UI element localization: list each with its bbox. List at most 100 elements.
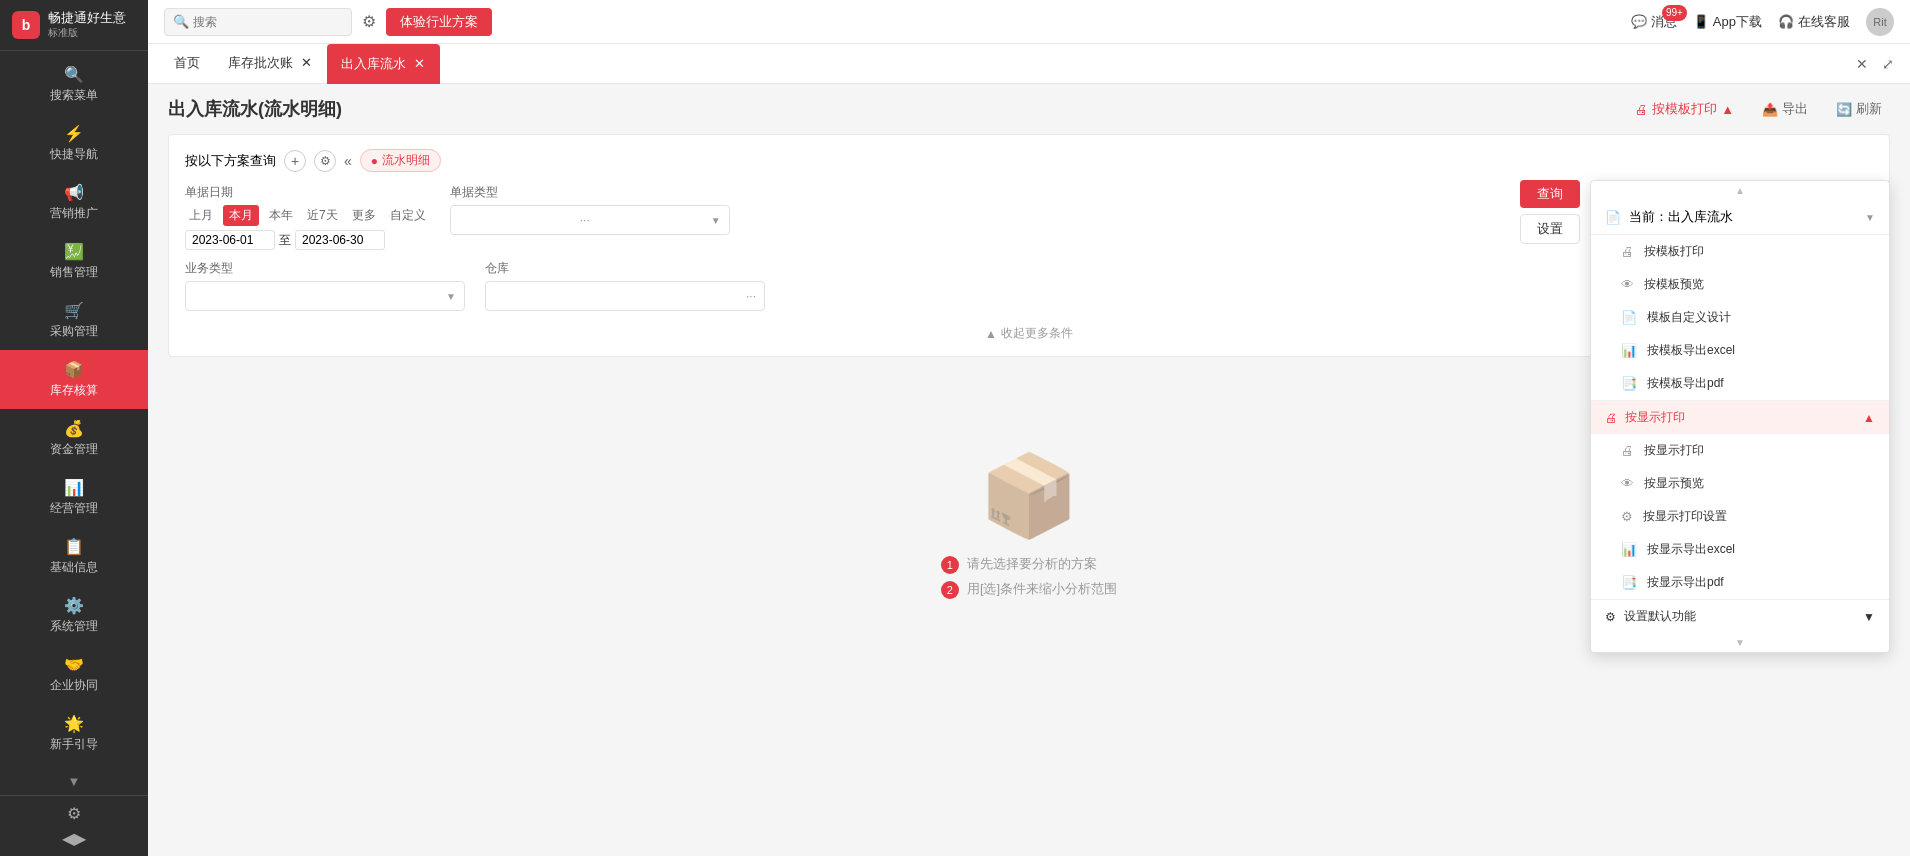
date-range-separator: 至 xyxy=(279,232,291,249)
display-print-section-header[interactable]: 🖨 按显示打印 ▲ xyxy=(1591,401,1889,434)
header-right: 💬 消息 99+ 📱 App下载 🎧 在线客服 Rit xyxy=(1631,8,1894,36)
sidebar-settings-icon[interactable]: ⚙ xyxy=(67,804,81,823)
tab-flow[interactable]: 出入库流水 ✕ xyxy=(327,44,440,84)
template-excel-item[interactable]: 📊 按模板导出excel xyxy=(1591,334,1889,367)
tab-home[interactable]: 首页 xyxy=(160,44,214,84)
warehouse-select[interactable]: ··· xyxy=(485,281,765,311)
sidebar-toggle-icon[interactable]: ◀▶ xyxy=(62,829,86,848)
message-badge: 99+ xyxy=(1662,5,1687,21)
date-to-input[interactable] xyxy=(295,230,385,250)
template-design-item[interactable]: 📄 模板自定义设计 xyxy=(1591,301,1889,334)
template-excel-icon: 📊 xyxy=(1621,343,1637,358)
system-icon: ⚙️ xyxy=(64,596,84,615)
current-label: 当前：出入库流水 xyxy=(1629,208,1733,226)
date-range-inputs: 至 xyxy=(185,230,430,250)
trial-button[interactable]: 体验行业方案 xyxy=(386,8,492,36)
template-print-label: 按模板打印 xyxy=(1644,243,1704,260)
quicknav-icon: ⚡ xyxy=(64,124,84,143)
sidebar-item-guide[interactable]: 🌟 新手引导 xyxy=(0,704,148,763)
doc-type-select[interactable]: ··· ▼ xyxy=(450,205,730,235)
header-left: 🔍 ⚙ 体验行业方案 xyxy=(164,8,492,36)
dropdown-scroll-up-btn[interactable]: ▲ xyxy=(1591,181,1889,200)
date-from-input[interactable] xyxy=(185,230,275,250)
template-pdf-item[interactable]: 📑 按模板导出pdf xyxy=(1591,367,1889,400)
export-action-btn[interactable]: 📤 导出 xyxy=(1754,96,1816,122)
display-print-settings-item[interactable]: ⚙ 按显示打印设置 xyxy=(1591,500,1889,533)
empty-step-2: 2 用[选]条件来缩小分析范围 xyxy=(941,580,1117,599)
sidebar-item-quicknav[interactable]: ⚡ 快捷导航 xyxy=(0,114,148,173)
shortcut-more[interactable]: 更多 xyxy=(348,205,380,226)
online-service-label: 在线客服 xyxy=(1798,13,1850,31)
doc-type-label: 单据类型 xyxy=(450,184,730,201)
tag-icon: ● xyxy=(371,154,378,168)
app-download-btn[interactable]: 📱 App下载 xyxy=(1693,13,1762,31)
display-excel-item[interactable]: 📊 按显示导出excel xyxy=(1591,533,1889,566)
business-type-select[interactable]: ▼ xyxy=(185,281,465,311)
tab-maximize-icon[interactable]: ⤢ xyxy=(1878,56,1898,72)
shortcut-this-month[interactable]: 本月 xyxy=(223,205,259,226)
sidebar-item-cooperation[interactable]: 🤝 企业协同 xyxy=(0,645,148,704)
finance-label: 资金管理 xyxy=(50,441,98,458)
display-pdf-item[interactable]: 📑 按显示导出pdf xyxy=(1591,566,1889,599)
print-chevron-up-icon: ▲ xyxy=(1721,102,1734,117)
shortcut-7days[interactable]: 近7天 xyxy=(303,205,342,226)
refresh-action-btn[interactable]: 🔄 刷新 xyxy=(1828,96,1890,122)
sidebar-item-system[interactable]: ⚙️ 系统管理 xyxy=(0,586,148,645)
tab-close-all-icon[interactable]: ✕ xyxy=(1852,56,1872,72)
print-action-btn[interactable]: 🖨 按模板打印 ▲ xyxy=(1627,96,1742,122)
online-service-btn[interactable]: 🎧 在线客服 xyxy=(1778,13,1850,31)
template-preview-icon: 👁 xyxy=(1621,277,1634,292)
sidebar-item-marketing[interactable]: 📢 营销推广 xyxy=(0,173,148,232)
sidebar-item-basic[interactable]: 📋 基础信息 xyxy=(0,527,148,586)
message-btn[interactable]: 💬 消息 99+ xyxy=(1631,13,1677,31)
sidebar-item-purchase[interactable]: 🛒 采购管理 xyxy=(0,291,148,350)
display-preview-item[interactable]: 👁 按显示预览 xyxy=(1591,467,1889,500)
page-content: 出入库流水(流水明细) 🖨 按模板打印 ▲ 📤 导出 🔄 刷新 xyxy=(148,84,1910,856)
doc-type-more-dots[interactable]: ··· xyxy=(580,213,590,227)
collapse-label: 收起更多条件 xyxy=(1001,325,1073,342)
filter-settings-btn[interactable]: ⚙ xyxy=(314,150,336,172)
dropdown-footer[interactable]: ⚙ 设置默认功能 ▼ xyxy=(1591,600,1889,633)
display-print-label: 按显示打印 xyxy=(1644,442,1704,459)
template-print-item[interactable]: 🖨 按模板打印 xyxy=(1591,235,1889,268)
tab-batch-close[interactable]: ✕ xyxy=(299,56,313,70)
shortcut-last-month[interactable]: 上月 xyxy=(185,205,217,226)
template-preview-item[interactable]: 👁 按模板预览 xyxy=(1591,268,1889,301)
shortcut-this-year[interactable]: 本年 xyxy=(265,205,297,226)
template-design-label: 模板自定义设计 xyxy=(1647,309,1731,326)
sidebar-item-finance[interactable]: 💰 资金管理 xyxy=(0,409,148,468)
shortcut-custom[interactable]: 自定义 xyxy=(386,205,430,226)
display-excel-icon: 📊 xyxy=(1621,542,1637,557)
filter-add-btn[interactable]: + xyxy=(284,150,306,172)
template-preview-label: 按模板预览 xyxy=(1644,276,1704,293)
sales-label: 销售管理 xyxy=(50,264,98,281)
settings-icon[interactable]: ⚙ xyxy=(362,12,376,31)
tab-flow-label: 出入库流水 xyxy=(341,55,406,73)
display-preview-icon: 👁 xyxy=(1621,476,1634,491)
search-box[interactable]: 🔍 xyxy=(164,8,352,36)
tabs-right-actions: ✕ ⤢ xyxy=(1852,56,1898,72)
sidebar-item-inventory[interactable]: 📦 库存核算 xyxy=(0,350,148,409)
user-avatar[interactable]: Rit xyxy=(1866,8,1894,36)
sidebar-item-search[interactable]: 🔍 搜索菜单 xyxy=(0,55,148,114)
filter-tag[interactable]: ● 流水明细 xyxy=(360,149,441,172)
quicknav-label: 快捷导航 xyxy=(50,146,98,163)
inventory-label: 库存核算 xyxy=(50,382,98,399)
sidebar-item-sales[interactable]: 💹 销售管理 xyxy=(0,232,148,291)
tab-batch[interactable]: 库存批次账 ✕ xyxy=(214,44,327,84)
search-icon: 🔍 xyxy=(173,14,189,29)
cooperation-label: 企业协同 xyxy=(50,677,98,694)
sidebar-item-operations[interactable]: 📊 经营管理 xyxy=(0,468,148,527)
tab-flow-close[interactable]: ✕ xyxy=(412,57,426,71)
warehouse-field: 仓库 ··· xyxy=(485,260,765,311)
search-input[interactable] xyxy=(193,15,343,29)
settings-button[interactable]: 设置 xyxy=(1520,214,1580,244)
current-indicator-section: 📄 当前：出入库流水 ▼ xyxy=(1591,200,1889,235)
dropdown-scroll-down-btn[interactable]: ▼ xyxy=(1591,633,1889,652)
warehouse-more-dots[interactable]: ··· xyxy=(746,289,756,303)
sidebar-scroll-down-btn[interactable]: ▼ xyxy=(0,768,148,795)
query-button[interactable]: 查询 xyxy=(1520,180,1580,208)
filter-collapse-btn[interactable]: « xyxy=(344,153,352,169)
template-print-icon: 🖨 xyxy=(1621,244,1634,259)
display-print-item[interactable]: 🖨 按显示打印 xyxy=(1591,434,1889,467)
